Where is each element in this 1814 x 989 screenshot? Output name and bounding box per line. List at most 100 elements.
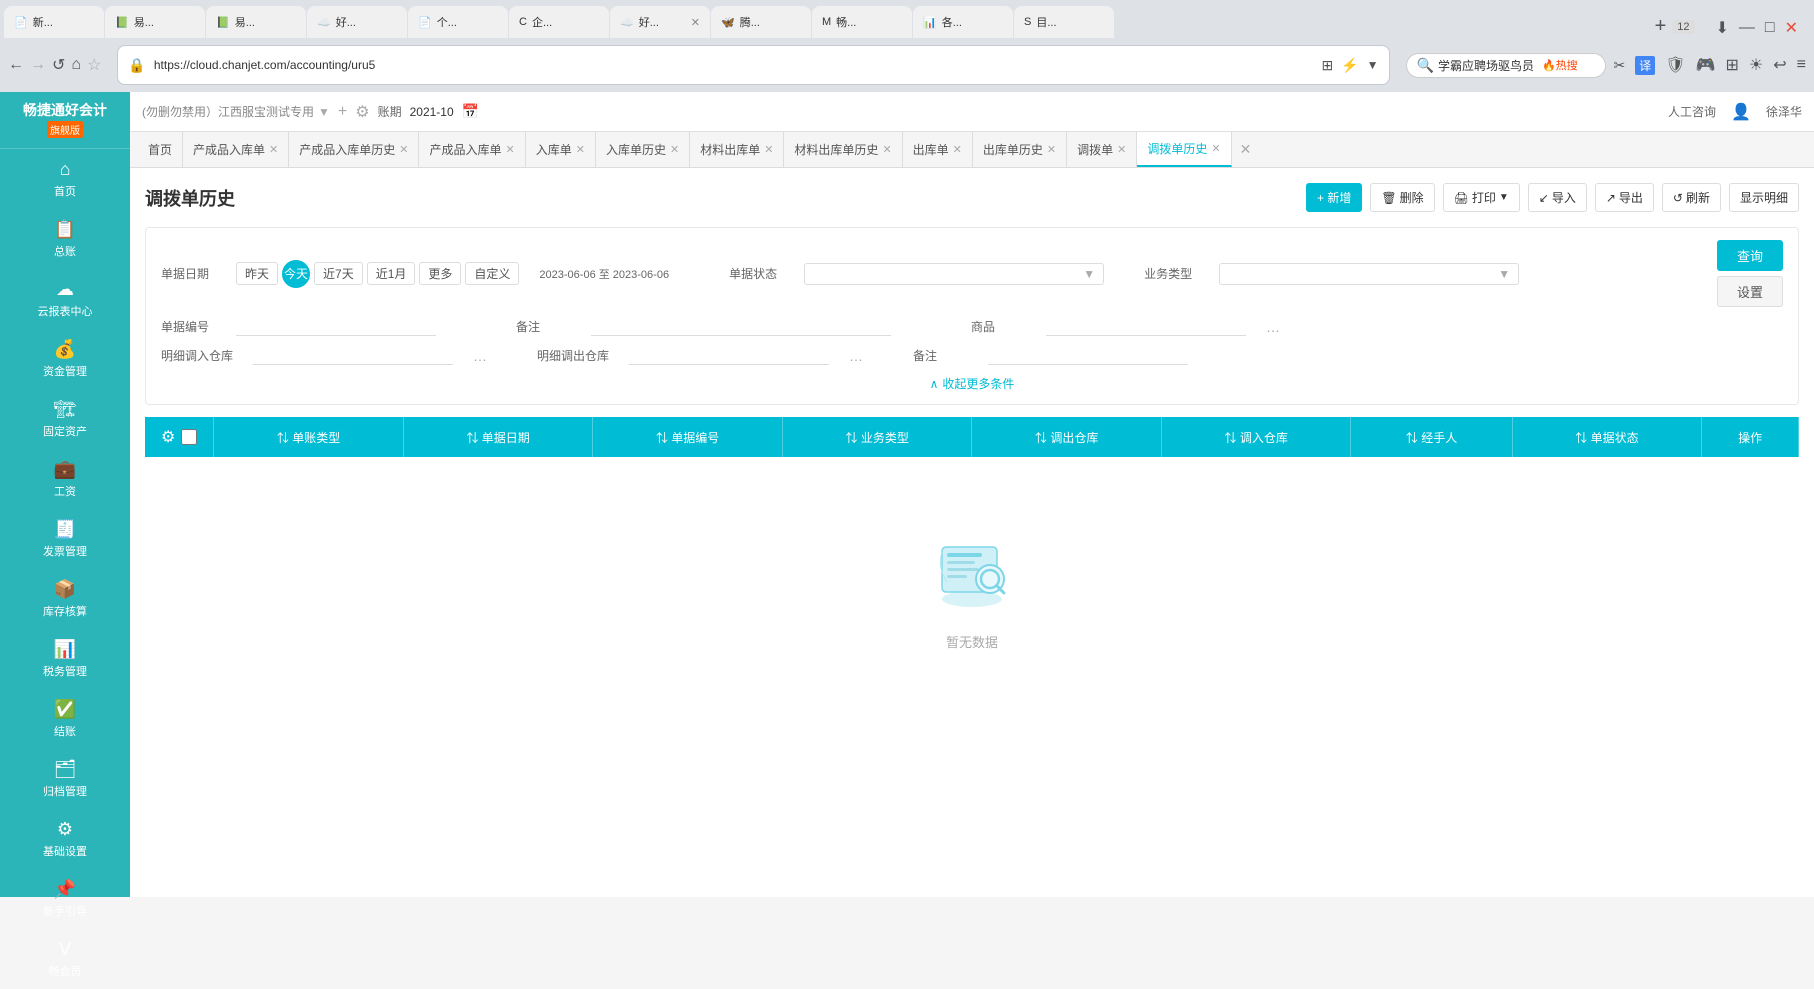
refresh-icon[interactable]: ↺ (52, 55, 65, 75)
today-btn[interactable]: 今天 (282, 260, 310, 288)
page-tab-close-4[interactable]: ✕ (576, 143, 585, 156)
status-select[interactable]: ▼ (804, 263, 1104, 285)
sidebar-item-新手引导[interactable]: 📌新手引导 (0, 869, 130, 929)
add-company-icon[interactable]: + (338, 103, 347, 121)
check-all-checkbox[interactable] (181, 429, 197, 445)
sidebar-item-云报表中心[interactable]: ☁云报表中心 (0, 269, 130, 329)
query-button[interactable]: 查询 (1717, 240, 1783, 271)
number-input[interactable] (236, 317, 436, 336)
minimize-icon[interactable]: — (1739, 19, 1755, 37)
company-selector[interactable]: (勿删勿禁用）江西服宝测试专用 ▼ (142, 103, 330, 120)
new-tab-icon[interactable]: + (1655, 15, 1667, 38)
sidebar-item-资金管理[interactable]: 💰资金管理 (0, 329, 130, 389)
download-icon[interactable]: ⬇ (1716, 18, 1729, 38)
settings-icon[interactable]: ⚙ (355, 102, 369, 122)
browser-tab-5[interactable]: 📄个... (408, 6, 508, 38)
theme-icon[interactable]: ☀ (1749, 55, 1763, 75)
page-tab-close-7[interactable]: ✕ (882, 143, 891, 156)
goods-dots-icon[interactable]: … (1266, 319, 1280, 335)
home-icon[interactable]: ⌂ (71, 56, 81, 74)
sidebar-item-库存核算[interactable]: 📦库存核算 (0, 569, 130, 629)
user-service[interactable]: 人工咨询 (1668, 103, 1716, 120)
page-tab-close-2[interactable]: ✕ (399, 143, 408, 156)
bookmark-icon[interactable]: ☆ (87, 55, 101, 75)
yesterday-btn[interactable]: 昨天 (236, 262, 278, 285)
col-in-warehouse[interactable]: ⇅ 调入仓库 (1161, 417, 1351, 457)
last1month-btn[interactable]: 近1月 (367, 262, 416, 285)
sidebar-item-首页[interactable]: ⌂首页 (0, 149, 130, 209)
note-input[interactable] (988, 346, 1188, 365)
grid-icon[interactable]: ⊞ (1726, 55, 1739, 75)
page-tab-6[interactable]: 材料出库单✕ (690, 132, 784, 167)
page-tab-11[interactable]: 调拨单历史✕ (1137, 132, 1231, 167)
page-tab-10[interactable]: 调拨单✕ (1067, 132, 1137, 167)
game-icon[interactable]: 🎮 (1696, 55, 1716, 75)
detail-in-dots-icon[interactable]: … (473, 348, 487, 364)
export-button[interactable]: ↗ 导出 (1595, 183, 1654, 212)
browser-tab-6[interactable]: C企... (509, 6, 609, 38)
detail-out-input[interactable] (629, 346, 829, 365)
page-tab-9[interactable]: 出库单历史✕ (973, 132, 1067, 167)
display-button[interactable]: 显示明细 (1729, 183, 1799, 212)
calendar-icon[interactable]: 📅 (462, 103, 479, 120)
print-button[interactable]: 🖨 打印 ▼ (1443, 183, 1520, 212)
page-tab-close-6[interactable]: ✕ (764, 143, 773, 156)
page-tab-close-5[interactable]: ✕ (670, 143, 679, 156)
browser-tab-3[interactable]: 📗易... (206, 6, 306, 38)
remark-input[interactable] (591, 317, 891, 336)
page-tab-1[interactable]: 产成品入库单✕ (183, 132, 289, 167)
page-tab-close-1[interactable]: ✕ (269, 143, 278, 156)
translate-icon[interactable]: 译 (1635, 56, 1655, 75)
page-tab-4[interactable]: 入库单✕ (526, 132, 596, 167)
browser-tab-8[interactable]: 🦋腾... (711, 6, 811, 38)
back-icon[interactable]: ← (8, 56, 24, 74)
page-tab-close-11[interactable]: ✕ (1211, 142, 1220, 155)
collapse-btn[interactable]: ∧ 收起更多条件 (161, 375, 1783, 392)
sidebar-item-发票管理[interactable]: 🧾发票管理 (0, 509, 130, 569)
page-tab-8[interactable]: 出库单✕ (903, 132, 973, 167)
goods-input[interactable] (1046, 317, 1246, 336)
col-type[interactable]: ⇅ 单账类型 (214, 417, 404, 457)
search-text[interactable]: 学霸应聘场驱鸟员 (1438, 57, 1534, 74)
undo-icon[interactable]: ↩ (1773, 55, 1786, 75)
page-tab-7[interactable]: 材料出库单历史✕ (784, 132, 902, 167)
page-tab-5[interactable]: 入库单历史✕ (596, 132, 690, 167)
sidebar-item-畅会员[interactable]: V畅会员 (0, 929, 130, 989)
browser-tab-1[interactable]: 📄新... (4, 6, 104, 38)
page-tab-3[interactable]: 产成品入库单✕ (419, 132, 525, 167)
detail-in-input[interactable] (253, 346, 453, 365)
menu-icon[interactable]: ≡ (1797, 56, 1806, 74)
import-button[interactable]: ↙ 导入 (1528, 183, 1587, 212)
sidebar-item-固定资产[interactable]: 🏗固定资产 (0, 389, 130, 449)
browser-tab-10[interactable]: 📊各... (913, 6, 1013, 38)
browser-tab-9[interactable]: M畅... (812, 6, 912, 38)
url-display[interactable]: https://cloud.chanjet.com/accounting/uru… (154, 58, 1314, 72)
business-select[interactable]: ▼ (1219, 263, 1519, 285)
page-tab-close-10[interactable]: ✕ (1117, 143, 1126, 156)
table-gear-button[interactable]: ⚙ (161, 427, 175, 447)
more-btn[interactable]: 更多 (419, 262, 461, 285)
close-window-icon[interactable]: ✕ (1785, 18, 1798, 38)
detail-out-dots-icon[interactable]: … (849, 348, 863, 364)
col-status[interactable]: ⇅ 单据状态 (1512, 417, 1702, 457)
col-handler[interactable]: ⇅ 经手人 (1351, 417, 1512, 457)
cut-icon[interactable]: ✂ (1614, 57, 1626, 74)
col-out-warehouse[interactable]: ⇅ 调出仓库 (972, 417, 1162, 457)
browser-tab-2[interactable]: 📗易... (105, 6, 205, 38)
page-tab-0[interactable]: 首页 (138, 132, 183, 167)
forward-icon[interactable]: → (30, 56, 46, 74)
site-info-icon[interactable]: ⊞ (1321, 57, 1333, 74)
maximize-icon[interactable]: □ (1765, 19, 1775, 37)
page-tab-close-8[interactable]: ✕ (953, 143, 962, 156)
refresh-button[interactable]: ↺ 刷新 (1662, 183, 1721, 212)
sidebar-item-结账[interactable]: ✅结账 (0, 689, 130, 749)
new-button[interactable]: + 新增 (1306, 183, 1362, 212)
browser-tab-4[interactable]: ☁️好... (307, 6, 407, 38)
custom-btn[interactable]: 自定义 (465, 262, 519, 285)
sidebar-item-基础设置[interactable]: ⚙基础设置 (0, 809, 130, 869)
page-tab-2[interactable]: 产成品入库单历史✕ (289, 132, 419, 167)
col-number[interactable]: ⇅ 单据编号 (593, 417, 783, 457)
browser-tab-11[interactable]: S目... (1014, 6, 1114, 38)
browser-tab-7[interactable]: ☁️好...✕ (610, 6, 710, 38)
col-date[interactable]: ⇅ 单据日期 (403, 417, 593, 457)
